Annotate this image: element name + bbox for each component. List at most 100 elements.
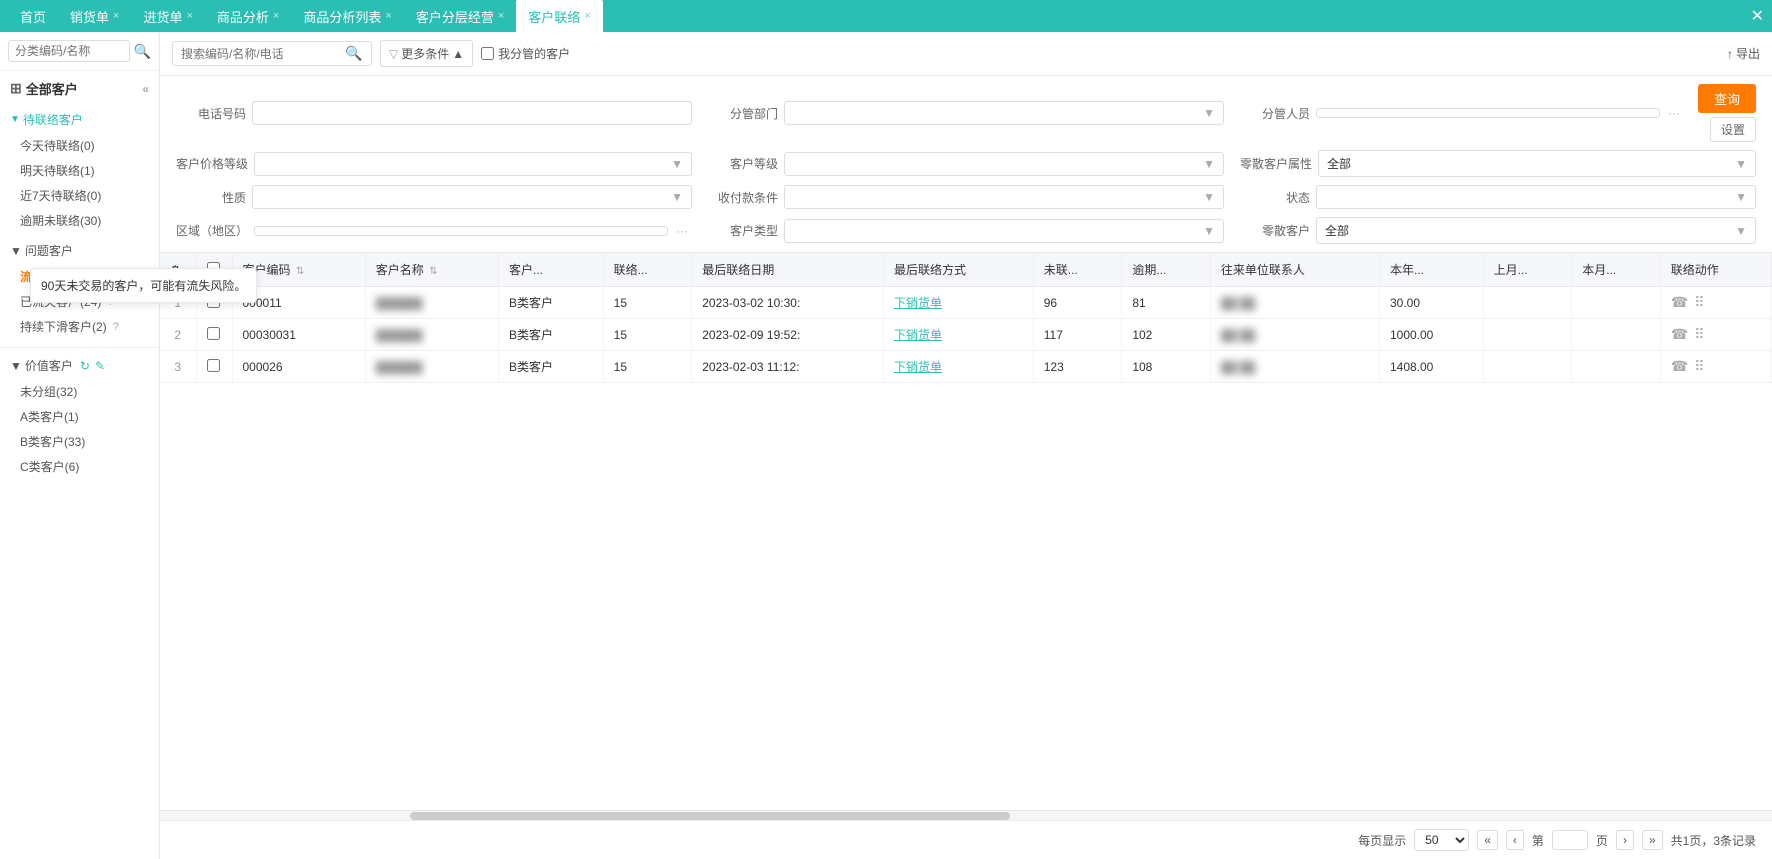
action-phone-icon[interactable]: ☎ xyxy=(1671,358,1688,375)
row-name: ██████ xyxy=(365,287,498,319)
prev-page-btn[interactable]: ‹ xyxy=(1506,830,1524,850)
retail-customer-prefix: 全部 xyxy=(1325,222,1349,239)
search-input[interactable] xyxy=(181,47,341,61)
filter-select-person[interactable] xyxy=(1316,108,1660,118)
sidebar-item-class-a[interactable]: A类客户(1) xyxy=(0,404,159,429)
content-area: 🔍 ▽ 更多条件 ▲ 我分管的客户 ↑ 导出 电话号码 xyxy=(160,32,1772,859)
close-goods-analysis-list-tab[interactable]: × xyxy=(385,10,391,22)
row-checkbox-cell[interactable] xyxy=(196,319,232,351)
close-purchase-tab[interactable]: × xyxy=(186,10,192,22)
goods-analysis-tab-label: 商品分析 xyxy=(217,7,269,26)
close-customer-contact-tab[interactable]: × xyxy=(584,10,590,22)
action-phone-icon[interactable]: ☎ xyxy=(1671,294,1688,311)
filter-select-retail-attr[interactable]: 全部 ▼ xyxy=(1318,150,1756,177)
row-overdue: 108 xyxy=(1122,351,1211,383)
th-this-month: 本月... xyxy=(1572,253,1661,287)
close-goods-analysis-tab[interactable]: × xyxy=(273,10,279,22)
filter-select-payment[interactable]: ▼ xyxy=(784,185,1224,209)
my-customer-check[interactable]: 我分管的客户 xyxy=(481,45,570,62)
filter-select-customer-type[interactable]: ▼ xyxy=(784,219,1224,243)
nav-tab-home[interactable]: 首页 xyxy=(8,0,58,32)
nav-tab-goods-analysis-list[interactable]: 商品分析列表 × xyxy=(291,0,403,32)
filter-select-nature[interactable]: ▼ xyxy=(252,185,692,209)
more-filter-btn[interactable]: ▽ 更多条件 ▲ xyxy=(380,40,473,67)
sidebar-group-pending-title[interactable]: ▼ 待联络客户 xyxy=(0,106,159,133)
person-more-dots[interactable]: ··· xyxy=(1664,106,1684,120)
pagination-bar: 每页显示 50 100 200 « ‹ 第 1 页 › » 共1页，3条记录 xyxy=(160,820,1772,859)
filter-row-nature: 性质 ▼ xyxy=(176,185,692,209)
row-action: ☎ ⠿ xyxy=(1660,319,1771,351)
sidebar-item-overdue-contact[interactable]: 逾期未联络(30) xyxy=(0,208,159,233)
search-bar: 🔍 ▽ 更多条件 ▲ 我分管的客户 ↑ 导出 xyxy=(160,32,1772,76)
sidebar-collapse-icon[interactable]: « xyxy=(142,82,149,96)
row-type: B类客户 xyxy=(498,351,603,383)
tooltip-box: 90天未交易的客户，可能有流失风险。 xyxy=(30,268,160,303)
per-page-select[interactable]: 50 100 200 xyxy=(1414,829,1469,851)
filter-select-region[interactable] xyxy=(254,226,668,236)
nav-tab-customer-layer[interactable]: 客户分层经营 × xyxy=(404,0,516,32)
next-page-btn[interactable]: › xyxy=(1616,830,1634,850)
row-last-method[interactable]: 下销货单 xyxy=(883,319,1033,351)
row-checkbox[interactable] xyxy=(207,359,220,372)
code-sort-icon[interactable]: ⇅ xyxy=(296,266,304,277)
region-more-dots[interactable]: ··· xyxy=(672,224,692,238)
sidebar-item-class-c[interactable]: C类客户(6) xyxy=(0,454,159,479)
export-btn[interactable]: ↑ 导出 xyxy=(1727,45,1760,62)
my-customer-checkbox[interactable] xyxy=(481,47,494,60)
nav-tab-purchase[interactable]: 进货单 × xyxy=(131,0,204,32)
sidebar-search-input[interactable] xyxy=(8,40,130,62)
row-last-method[interactable]: 下销货单 xyxy=(883,351,1033,383)
triangle-icon-3: ▼ xyxy=(10,359,22,373)
sidebar-group-problem-title[interactable]: ▼ 问题客户 xyxy=(0,237,159,264)
action-phone-icon[interactable]: ☎ xyxy=(1671,326,1688,343)
filter-input-phone[interactable] xyxy=(252,101,692,125)
row-last-date: 2023-02-03 11:12: xyxy=(692,351,884,383)
sidebar-item-today[interactable]: 今天待联络(0) xyxy=(0,133,159,158)
row-name: ██████ xyxy=(365,319,498,351)
sidebar-group-value-title[interactable]: ▼ 价值客户 ↻ ✎ xyxy=(0,352,159,379)
nav-tab-goods-analysis[interactable]: 商品分析 × xyxy=(205,0,291,32)
filter-label-payment: 收付款条件 xyxy=(708,189,778,206)
filter-select-customer-grade[interactable]: ▼ xyxy=(784,152,1224,176)
row-type: B类客户 xyxy=(498,319,603,351)
filter-row-region: 区域（地区） ··· xyxy=(176,217,692,244)
sidebar-item-ungrouped[interactable]: 未分组(32) xyxy=(0,379,159,404)
settings-btn[interactable]: 设置 xyxy=(1710,117,1756,142)
row-last-method[interactable]: 下销货单 xyxy=(883,287,1033,319)
nav-tab-customer-contact[interactable]: 客户联络 × xyxy=(516,0,602,32)
current-page-input[interactable]: 1 xyxy=(1552,830,1588,850)
action-more-icon[interactable]: ⠿ xyxy=(1694,358,1704,375)
filter-select-dept[interactable]: ▼ xyxy=(784,101,1224,125)
payment-arrow: ▼ xyxy=(1203,190,1215,204)
search-icon-btn[interactable]: 🔍 xyxy=(345,45,362,62)
row-name: ██████ xyxy=(365,351,498,383)
sidebar-item-7days[interactable]: 近7天待联络(0) xyxy=(0,183,159,208)
sidebar-item-class-b[interactable]: B类客户(33) xyxy=(0,429,159,454)
row-checkbox-cell[interactable] xyxy=(196,351,232,383)
action-more-icon[interactable]: ⠿ xyxy=(1694,326,1704,343)
close-customer-layer-tab[interactable]: × xyxy=(498,10,504,22)
sidebar-item-tomorrow[interactable]: 明天待联络(1) xyxy=(0,158,159,183)
action-more-icon[interactable]: ⠿ xyxy=(1694,294,1704,311)
close-all-btn[interactable]: ✕ xyxy=(1751,6,1764,26)
query-btn[interactable]: 查询 xyxy=(1698,84,1756,113)
edit-icon[interactable]: ✎ xyxy=(95,359,105,373)
scroll-thumb[interactable] xyxy=(410,812,1010,820)
sidebar-search-icon[interactable]: 🔍 xyxy=(134,43,151,60)
filter-select-status[interactable]: ▼ xyxy=(1316,185,1756,209)
filter-select-price-grade[interactable]: ▼ xyxy=(254,152,692,176)
table-row: 3 000026 ██████ B类客户 15 2023-02-03 11:12… xyxy=(160,351,1772,383)
name-sort-icon[interactable]: ⇅ xyxy=(429,266,437,277)
last-page-btn[interactable]: » xyxy=(1642,830,1663,850)
sidebar-all-customers[interactable]: ⊞ 全部客户 « xyxy=(0,71,159,106)
first-page-btn[interactable]: « xyxy=(1477,830,1498,850)
horizontal-scrollbar[interactable] xyxy=(160,810,1772,820)
close-sales-tab[interactable]: × xyxy=(113,10,119,22)
filter-select-retail-customer[interactable]: 全部 ▼ xyxy=(1316,217,1756,244)
refresh-icon[interactable]: ↻ xyxy=(80,359,90,373)
search-input-wrap: 🔍 xyxy=(172,41,372,66)
nav-tab-sales[interactable]: 销货单 × xyxy=(58,0,131,32)
row-action: ☎ ⠿ xyxy=(1660,351,1771,383)
sidebar-item-declining[interactable]: 持续下滑客户(2) ? xyxy=(0,314,159,339)
row-checkbox[interactable] xyxy=(207,327,220,340)
